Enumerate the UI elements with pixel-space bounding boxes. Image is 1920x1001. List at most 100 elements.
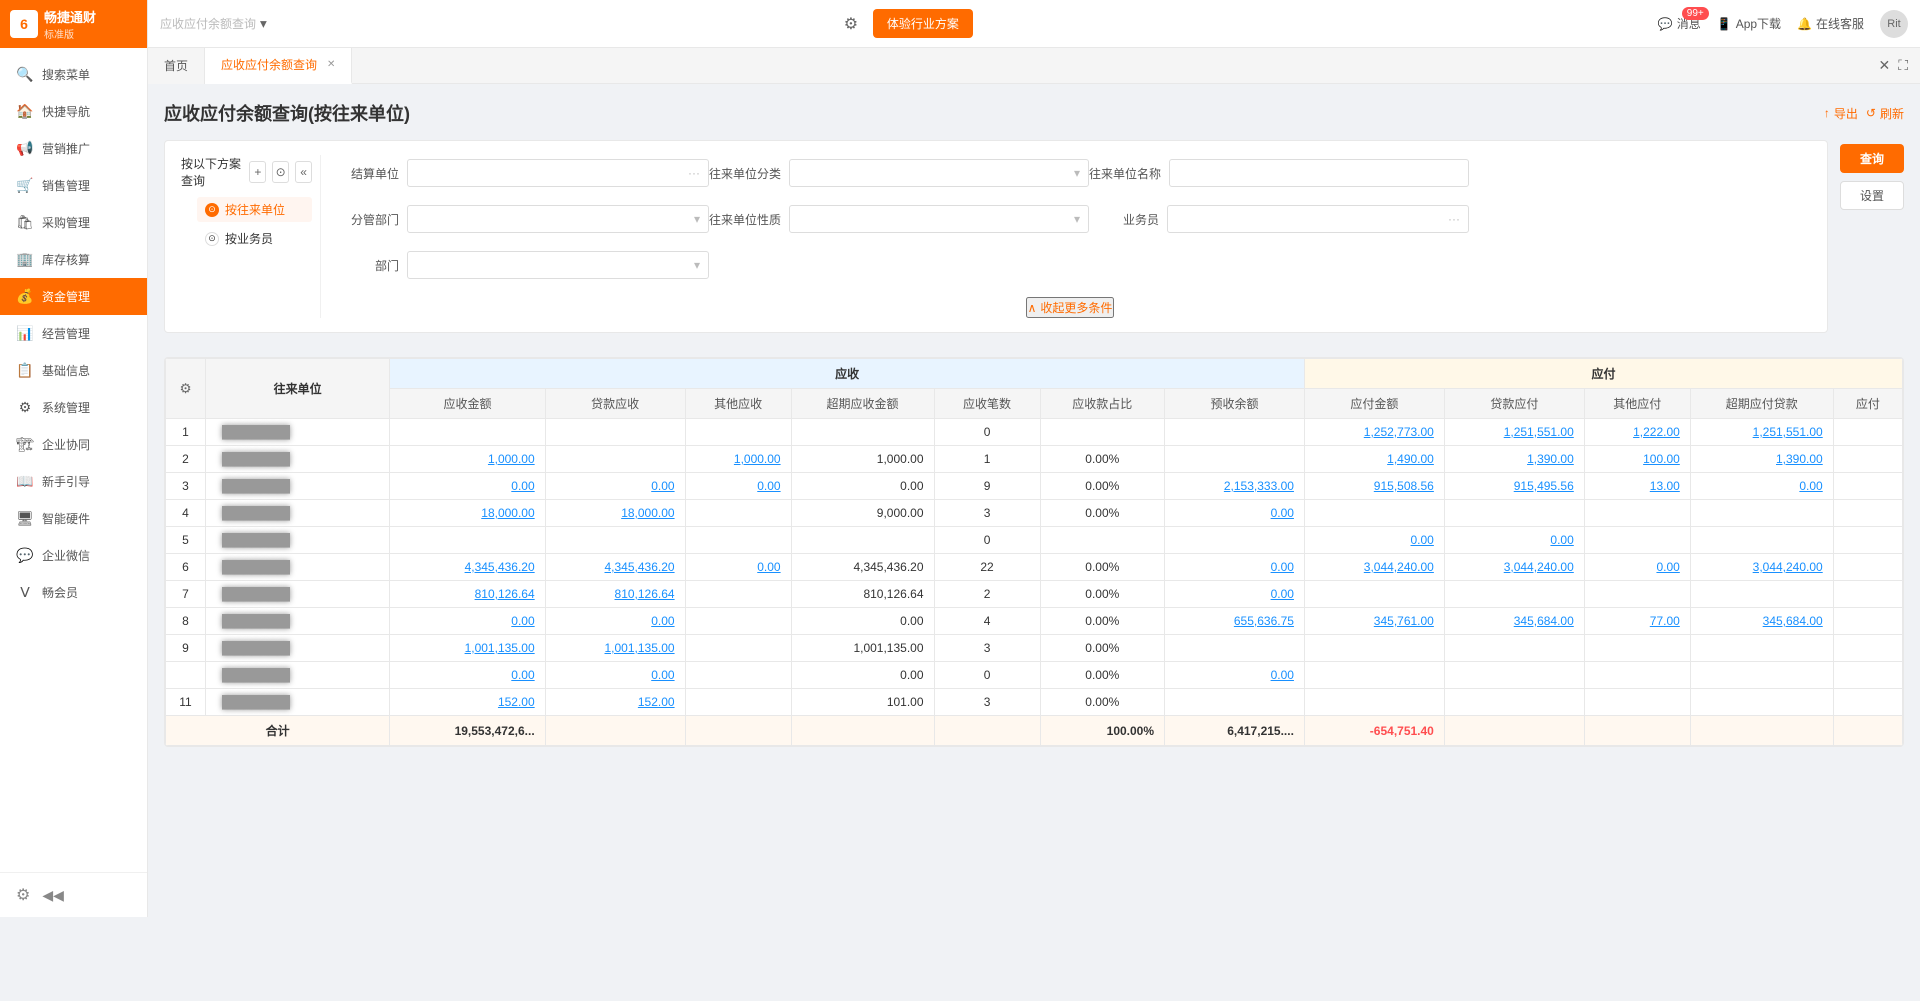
cell-ar-loan[interactable]	[545, 446, 685, 473]
cell-ap-amount[interactable]: 915,508.56	[1304, 473, 1444, 500]
cell-ar-loan[interactable]	[545, 527, 685, 554]
cell-ap-other[interactable]: 1,222.00	[1584, 419, 1690, 446]
cell-ap-other[interactable]	[1584, 527, 1690, 554]
filter-input-jsdw[interactable]: ···	[407, 159, 709, 187]
user-avatar[interactable]: Rit	[1880, 10, 1908, 38]
tab-close-icon[interactable]: ✕	[327, 59, 335, 70]
cell-ap-overdue[interactable]	[1690, 581, 1833, 608]
cell-ap-other[interactable]	[1584, 635, 1690, 662]
sidebar-item-system[interactable]: ⚙系统管理	[0, 389, 147, 426]
cell-ap-overdue[interactable]	[1690, 689, 1833, 716]
cell-prepaid[interactable]: 2,153,333.00	[1165, 473, 1305, 500]
cell-ap-overdue[interactable]	[1690, 662, 1833, 689]
cell-prepaid[interactable]: 0.00	[1165, 500, 1305, 527]
sidebar-item-search[interactable]: 🔍搜索菜单	[0, 56, 147, 93]
settings-icon[interactable]: ⚙	[16, 885, 30, 905]
cell-ar-other[interactable]: 1,000.00	[685, 446, 791, 473]
cell-ar-amount[interactable]: 4,345,436.20	[390, 554, 545, 581]
cell-ar-loan[interactable]: 0.00	[545, 608, 685, 635]
cell-ar-amount[interactable]: 0.00	[390, 662, 545, 689]
cell-ap-overdue[interactable]: 345,684.00	[1690, 608, 1833, 635]
cell-ar-other[interactable]	[685, 689, 791, 716]
sidebar-item-quicknav[interactable]: 🏠快捷导航	[0, 93, 147, 130]
cell-ar-loan[interactable]: 18,000.00	[545, 500, 685, 527]
sidebar-item-sales[interactable]: 🛒销售管理	[0, 167, 147, 204]
promo-button[interactable]: 体验行业方案	[873, 9, 973, 38]
cell-ap-loan[interactable]	[1444, 689, 1584, 716]
sidebar-item-manage[interactable]: 📊经营管理	[0, 315, 147, 352]
cell-ar-amount[interactable]	[390, 419, 545, 446]
filter-settings-btn[interactable]: ⊙	[272, 161, 289, 183]
filter-option-unit[interactable]: ⊙ 按往来单位	[197, 197, 312, 222]
cell-ar-amount[interactable]: 810,126.64	[390, 581, 545, 608]
settings-btn[interactable]: 设置	[1840, 181, 1904, 210]
cell-ap-other[interactable]: 77.00	[1584, 608, 1690, 635]
cell-ar-loan[interactable]: 152.00	[545, 689, 685, 716]
cell-ar-other[interactable]: 0.00	[685, 473, 791, 500]
cell-ap-other[interactable]	[1584, 581, 1690, 608]
cell-ap-overdue[interactable]: 1,251,551.00	[1690, 419, 1833, 446]
cell-ap-amount[interactable]: 1,252,773.00	[1304, 419, 1444, 446]
cell-ap-amount[interactable]: 345,761.00	[1304, 608, 1444, 635]
cell-ap-amount[interactable]	[1304, 689, 1444, 716]
add-filter-btn[interactable]: +	[249, 161, 266, 183]
sidebar-item-inventory[interactable]: 🏢库存核算	[0, 241, 147, 278]
sidebar-item-marketing[interactable]: 📢营销推广	[0, 130, 147, 167]
cell-ap-overdue[interactable]	[1690, 635, 1833, 662]
cell-ar-other[interactable]	[685, 581, 791, 608]
cell-ar-loan[interactable]: 0.00	[545, 662, 685, 689]
cell-ar-other[interactable]	[685, 662, 791, 689]
cell-ar-loan[interactable]: 0.00	[545, 473, 685, 500]
cell-ar-amount[interactable]: 1,000.00	[390, 446, 545, 473]
cell-ap-loan[interactable]	[1444, 500, 1584, 527]
tab-arbalance[interactable]: 应收应付余额查询 ✕	[205, 48, 352, 84]
cell-ar-other[interactable]: 0.00	[685, 554, 791, 581]
query-btn[interactable]: 查询	[1840, 144, 1904, 173]
cell-ar-amount[interactable]: 0.00	[390, 473, 545, 500]
cell-ap-other[interactable]: 0.00	[1584, 554, 1690, 581]
table-settings-btn[interactable]: ⚙	[180, 381, 192, 397]
cell-ap-loan[interactable]	[1444, 581, 1584, 608]
cell-ap-overdue[interactable]: 0.00	[1690, 473, 1833, 500]
cell-ap-loan[interactable]: 0.00	[1444, 527, 1584, 554]
online-service-btn[interactable]: 🔔 在线客服	[1797, 15, 1864, 32]
cell-ap-amount[interactable]	[1304, 581, 1444, 608]
cell-prepaid[interactable]	[1165, 527, 1305, 554]
cell-ar-loan[interactable]: 1,001,135.00	[545, 635, 685, 662]
sidebar-item-guide[interactable]: 📖新手引导	[0, 463, 147, 500]
cell-ap-other[interactable]	[1584, 500, 1690, 527]
tab-home[interactable]: 首页	[148, 48, 205, 84]
cell-prepaid[interactable]: 0.00	[1165, 581, 1305, 608]
cell-prepaid[interactable]: 0.00	[1165, 662, 1305, 689]
messages-btn[interactable]: 💬 消息 99+	[1658, 15, 1701, 32]
cell-ar-loan[interactable]	[545, 419, 685, 446]
close-window-btn[interactable]: ✕	[1878, 57, 1890, 74]
sidebar-item-purchase[interactable]: 🛍采购管理	[0, 204, 147, 241]
cell-prepaid[interactable]	[1165, 419, 1305, 446]
cell-ap-loan[interactable]: 1,390.00	[1444, 446, 1584, 473]
sidebar-item-wechat[interactable]: 💬企业微信	[0, 537, 147, 574]
cell-prepaid[interactable]	[1165, 635, 1305, 662]
cell-prepaid[interactable]	[1165, 689, 1305, 716]
sidebar-item-corp[interactable]: 🏗企业协同	[0, 426, 147, 463]
breadcrumb-dropdown[interactable]: ▾	[260, 16, 267, 32]
filter-select-lwdwxz[interactable]: ▾	[789, 205, 1089, 233]
cell-ar-loan[interactable]: 4,345,436.20	[545, 554, 685, 581]
filter-back-btn[interactable]: «	[295, 161, 312, 183]
filter-option-salesman[interactable]: ⊙ 按业务员	[197, 226, 312, 251]
cell-ap-overdue[interactable]	[1690, 527, 1833, 554]
cell-ar-other[interactable]	[685, 527, 791, 554]
cell-ar-loan[interactable]: 810,126.64	[545, 581, 685, 608]
cell-ar-amount[interactable]: 18,000.00	[390, 500, 545, 527]
cell-ap-other[interactable]	[1584, 662, 1690, 689]
sidebar-item-member[interactable]: Ⅴ畅会员	[0, 574, 147, 611]
sidebar-item-finance[interactable]: 💰资金管理	[0, 278, 147, 315]
cell-prepaid[interactable]: 0.00	[1165, 554, 1305, 581]
cell-ap-amount[interactable]	[1304, 500, 1444, 527]
footer-ar-amount[interactable]: 19,553,472,6...	[390, 716, 545, 746]
collapse-more-btn[interactable]: ∧ 收起更多条件	[1026, 297, 1115, 318]
cell-ar-amount[interactable]: 152.00	[390, 689, 545, 716]
cell-ar-other[interactable]	[685, 419, 791, 446]
cell-ap-amount[interactable]	[1304, 635, 1444, 662]
cell-ar-amount[interactable]: 0.00	[390, 608, 545, 635]
